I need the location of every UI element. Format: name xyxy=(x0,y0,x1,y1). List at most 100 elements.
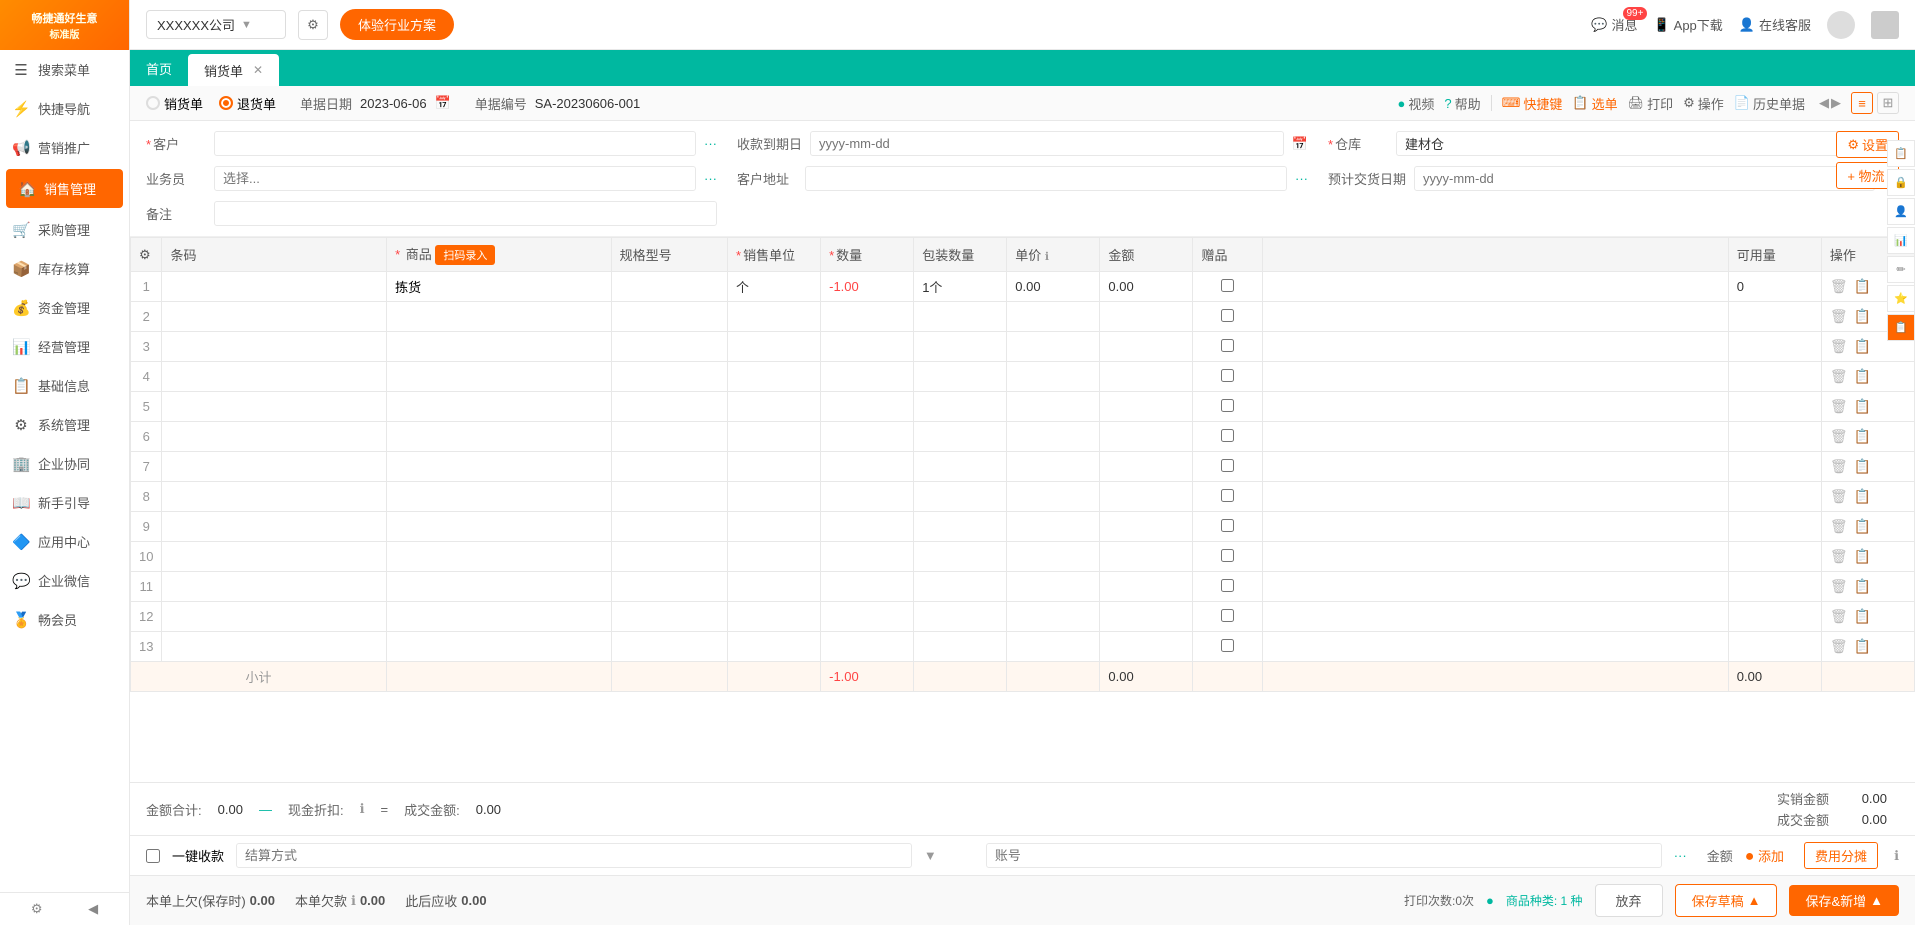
barcode-input[interactable] xyxy=(170,549,378,564)
row-qty[interactable] xyxy=(821,302,914,332)
row-spec[interactable] xyxy=(611,392,727,422)
copy-row-icon[interactable]: 📋 xyxy=(1854,428,1871,445)
row-spec[interactable] xyxy=(611,512,727,542)
sidebar-item-basic-info[interactable]: 📋 基础信息 xyxy=(0,366,129,405)
row-product[interactable] xyxy=(387,452,612,482)
sidebar-item-inventory[interactable]: 📦 库存核算 xyxy=(0,249,129,288)
add-payment-button[interactable]: ● 添加 xyxy=(1745,846,1784,866)
warehouse-input[interactable] xyxy=(1396,131,1878,156)
row-gift[interactable] xyxy=(1193,302,1263,332)
gift-checkbox[interactable] xyxy=(1221,489,1234,502)
row-product[interactable] xyxy=(387,542,612,572)
row-product[interactable] xyxy=(387,602,612,632)
copy-row-icon[interactable]: 📋 xyxy=(1854,338,1871,355)
product-input[interactable] xyxy=(395,309,603,324)
row-gift[interactable] xyxy=(1193,362,1263,392)
gift-checkbox[interactable] xyxy=(1221,399,1234,412)
row-price[interactable] xyxy=(1007,362,1100,392)
copy-row-icon[interactable]: 📋 xyxy=(1854,518,1871,535)
user-avatar[interactable] xyxy=(1827,11,1855,39)
row-gift[interactable] xyxy=(1193,452,1263,482)
copy-row-icon[interactable]: 📋 xyxy=(1854,458,1871,475)
row-product[interactable] xyxy=(387,392,612,422)
row-spec[interactable] xyxy=(611,452,727,482)
row-barcode[interactable] xyxy=(162,452,387,482)
barcode-input[interactable] xyxy=(170,459,378,474)
gift-checkbox[interactable] xyxy=(1221,279,1234,292)
row-price[interactable] xyxy=(1007,332,1100,362)
collapse-icon[interactable]: ◀ xyxy=(88,901,98,917)
product-input[interactable] xyxy=(395,399,603,414)
row-product[interactable] xyxy=(387,332,612,362)
copy-row-icon[interactable]: 📋 xyxy=(1854,308,1871,325)
online-support-button[interactable]: 👤 在线客服 xyxy=(1739,15,1811,34)
copy-row-icon[interactable]: 📋 xyxy=(1854,578,1871,595)
row-qty[interactable] xyxy=(821,332,914,362)
payment-method-input[interactable] xyxy=(236,843,912,868)
save-new-button[interactable]: 保存&新增 ▲ xyxy=(1789,885,1899,916)
delete-row-icon[interactable]: 🗑 xyxy=(1830,368,1848,385)
row-qty[interactable] xyxy=(821,392,914,422)
help-info-icon[interactable]: ℹ xyxy=(360,801,365,817)
product-input[interactable] xyxy=(395,489,603,504)
sidebar-item-finance[interactable]: 💰 资金管理 xyxy=(0,288,129,327)
gift-checkbox[interactable] xyxy=(1221,519,1234,532)
row-product[interactable] xyxy=(387,302,612,332)
sidebar-item-marketing[interactable]: 📢 营销推广 xyxy=(0,128,129,167)
row-gift[interactable] xyxy=(1193,272,1263,302)
row-price[interactable] xyxy=(1007,512,1100,542)
sidebar-item-purchase[interactable]: 🛒 采购管理 xyxy=(0,210,129,249)
row-spec[interactable] xyxy=(611,422,727,452)
price-info-icon[interactable]: ℹ xyxy=(1045,251,1049,263)
row-barcode[interactable] xyxy=(162,422,387,452)
row-product[interactable] xyxy=(387,422,612,452)
row-barcode[interactable] xyxy=(162,302,387,332)
row-qty[interactable] xyxy=(821,452,914,482)
select-order-action[interactable]: 📋 选单 xyxy=(1572,94,1617,113)
table-wrapper[interactable]: ⚙ 条码 * 商品 扫码录入 规格型号 *销售单位 xyxy=(130,237,1915,782)
payment-method-dropdown-icon[interactable]: ▼ xyxy=(924,848,937,863)
row-barcode[interactable] xyxy=(162,542,387,572)
row-gift[interactable] xyxy=(1193,632,1263,662)
row-gift[interactable] xyxy=(1193,332,1263,362)
copy-row-icon[interactable]: 📋 xyxy=(1854,278,1871,295)
row-product[interactable] xyxy=(387,482,612,512)
row-price[interactable] xyxy=(1007,422,1100,452)
copy-row-icon[interactable]: 📋 xyxy=(1854,638,1871,655)
save-draft-button[interactable]: 保存草稿 ▲ xyxy=(1675,884,1778,917)
row-price[interactable] xyxy=(1007,482,1100,512)
row-gift[interactable] xyxy=(1193,572,1263,602)
sidebar-item-operations[interactable]: 📊 经营管理 xyxy=(0,327,129,366)
gift-checkbox[interactable] xyxy=(1221,429,1234,442)
product-input[interactable] xyxy=(395,369,603,384)
print-info-icon[interactable]: ● xyxy=(1486,893,1494,908)
delete-row-icon[interactable]: 🗑 xyxy=(1830,278,1848,295)
customer-input[interactable] xyxy=(214,131,696,156)
settings-button[interactable]: ⚙ xyxy=(298,10,328,40)
row-spec[interactable] xyxy=(611,572,727,602)
total-balance-info-icon[interactable]: ℹ xyxy=(351,893,356,909)
address-dots[interactable]: ··· xyxy=(1295,171,1308,186)
calendar-icon[interactable]: 📅 xyxy=(435,95,451,111)
product-input[interactable] xyxy=(395,279,603,294)
row-qty[interactable] xyxy=(821,602,914,632)
trial-button[interactable]: 体验行业方案 xyxy=(340,9,454,40)
row-product[interactable] xyxy=(387,362,612,392)
product-input[interactable] xyxy=(395,579,603,594)
row-qty[interactable] xyxy=(821,362,914,392)
gift-checkbox[interactable] xyxy=(1221,339,1234,352)
row-product[interactable] xyxy=(387,272,612,302)
shortcut-action[interactable]: ⌨ 快捷键 xyxy=(1502,94,1563,113)
row-barcode[interactable] xyxy=(162,572,387,602)
sidebar-item-wechat[interactable]: 💬 企业微信 xyxy=(0,561,129,600)
row-barcode[interactable] xyxy=(162,332,387,362)
due-date-input[interactable] xyxy=(810,131,1284,156)
row-price[interactable] xyxy=(1007,452,1100,482)
gift-checkbox[interactable] xyxy=(1221,369,1234,382)
copy-row-icon[interactable]: 📋 xyxy=(1854,368,1871,385)
sidebar-item-guide[interactable]: 📖 新手引导 xyxy=(0,483,129,522)
row-spec[interactable] xyxy=(611,542,727,572)
barcode-input[interactable] xyxy=(170,339,378,354)
row-spec[interactable] xyxy=(611,482,727,512)
gift-checkbox[interactable] xyxy=(1221,309,1234,322)
